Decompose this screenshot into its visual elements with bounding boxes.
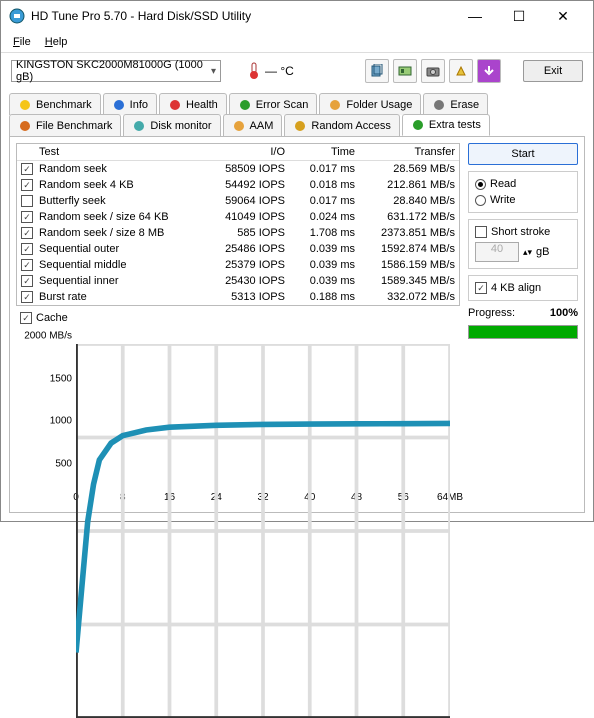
copy-icon[interactable] [365, 59, 389, 83]
read-radio[interactable]: Read [475, 178, 571, 190]
chevron-down-icon: ▾ [211, 66, 216, 77]
header-time: Time [285, 146, 355, 158]
cache-checkbox[interactable] [20, 312, 32, 324]
short-stroke-checkbox[interactable]: Short stroke [475, 226, 571, 238]
tab-content: Test I/O Time Transfer Random seek58509 … [9, 136, 585, 513]
maximize-button[interactable]: ☐ [497, 2, 541, 30]
row-checkbox[interactable] [21, 195, 33, 207]
row-checkbox[interactable] [21, 179, 33, 191]
menu-file[interactable]: File [7, 34, 37, 50]
info-icon [112, 98, 126, 112]
plus-icon [168, 98, 182, 112]
table-row[interactable]: Butterfly seek59064 IOPS0.017 ms28.840 M… [17, 193, 459, 209]
tab-extra-tests[interactable]: Extra tests [402, 114, 490, 136]
tab-erase[interactable]: Erase [423, 93, 488, 115]
trash-icon [432, 98, 446, 112]
tab-folder-usage[interactable]: Folder Usage [319, 93, 421, 115]
cache-checkbox-row: Cache [16, 306, 460, 330]
row-checkbox[interactable] [21, 259, 33, 271]
progress-value: 100% [550, 307, 578, 319]
results-table: Test I/O Time Transfer Random seek58509 … [16, 143, 460, 306]
table-row[interactable]: Random seek58509 IOPS0.017 ms28.569 MB/s [17, 161, 459, 177]
tab-aam[interactable]: AAM [223, 114, 283, 136]
gear-icon [411, 118, 425, 132]
table-row[interactable]: Sequential inner25430 IOPS0.039 ms1589.3… [17, 273, 459, 289]
exit-button[interactable]: Exit [523, 60, 583, 82]
table-row[interactable]: Random seek / size 8 MB585 IOPS1.708 ms2… [17, 225, 459, 241]
close-button[interactable]: ✕ [541, 2, 585, 30]
table-row[interactable]: Sequential middle25379 IOPS0.039 ms1586.… [17, 257, 459, 273]
minimize-button[interactable]: — [453, 2, 497, 30]
drive-select[interactable]: KINGSTON SKC2000M81000G (1000 gB) ▾ [11, 60, 221, 82]
bolt-icon [18, 119, 32, 133]
tab-error-scan[interactable]: Error Scan [229, 93, 318, 115]
thermometer-icon [247, 62, 261, 80]
screenshot-icon[interactable] [393, 59, 417, 83]
tabstrip: BenchmarkInfoHealthError ScanFolder Usag… [1, 89, 593, 136]
search-icon [238, 98, 252, 112]
tab-benchmark[interactable]: Benchmark [9, 93, 101, 115]
window-controls: — ☐ ✕ [453, 2, 585, 30]
stroke-spinner[interactable]: 40 [475, 242, 519, 262]
folder-icon [328, 98, 342, 112]
side-panel: Start Read Write Short stroke 40 ▴▾ gB 4… [468, 143, 578, 506]
table-row[interactable]: Sequential outer25486 IOPS0.039 ms1592.8… [17, 241, 459, 257]
table-header: Test I/O Time Transfer [17, 144, 459, 161]
app-icon [9, 8, 25, 24]
stroke-unit: gB [536, 246, 549, 258]
tab-file-benchmark[interactable]: File Benchmark [9, 114, 121, 136]
drive-select-value: KINGSTON SKC2000M81000G (1000 gB) [16, 59, 211, 83]
header-transfer: Transfer [355, 146, 455, 158]
progress-bar [468, 325, 578, 339]
sound-icon [232, 119, 246, 133]
row-checkbox[interactable] [21, 275, 33, 287]
camera-icon[interactable] [421, 59, 445, 83]
chart: 500100015002000 MB/s 0816243240485664MB [16, 336, 460, 506]
save-icon[interactable] [449, 59, 473, 83]
toolbar: KINGSTON SKC2000M81000G (1000 gB) ▾ — °C… [1, 53, 593, 89]
tab-health[interactable]: Health [159, 93, 227, 115]
row-checkbox[interactable] [21, 243, 33, 255]
write-radio[interactable]: Write [475, 194, 571, 206]
table-row[interactable]: Random seek 4 KB54492 IOPS0.018 ms212.86… [17, 177, 459, 193]
row-checkbox[interactable] [21, 291, 33, 303]
header-test: Test [39, 146, 195, 158]
row-checkbox[interactable] [21, 211, 33, 223]
bolt-icon [18, 98, 32, 112]
tab-random-access[interactable]: Random Access [284, 114, 399, 136]
toolbar-icons [365, 59, 501, 83]
tab-disk-monitor[interactable]: Disk monitor [123, 114, 220, 136]
disk-icon [132, 119, 146, 133]
download-icon[interactable] [477, 59, 501, 83]
start-button[interactable]: Start [468, 143, 578, 165]
temperature-value: — °C [265, 64, 294, 78]
cache-label: Cache [36, 312, 68, 324]
table-row[interactable]: Burst rate5313 IOPS0.188 ms332.072 MB/s [17, 289, 459, 305]
row-checkbox[interactable] [21, 163, 33, 175]
titlebar: HD Tune Pro 5.70 - Hard Disk/SSD Utility… [1, 1, 593, 31]
menu-help[interactable]: Help [39, 34, 74, 50]
header-io: I/O [195, 146, 285, 158]
progress-label: Progress: [468, 307, 515, 319]
temperature: — °C [247, 62, 294, 80]
window-title: HD Tune Pro 5.70 - Hard Disk/SSD Utility [31, 9, 453, 23]
menubar: File Help [1, 31, 593, 53]
align-checkbox[interactable]: 4 KB align [475, 282, 571, 294]
row-checkbox[interactable] [21, 227, 33, 239]
tab-info[interactable]: Info [103, 93, 157, 115]
table-row[interactable]: Random seek / size 64 KB41049 IOPS0.024 … [17, 209, 459, 225]
random-icon [293, 119, 307, 133]
